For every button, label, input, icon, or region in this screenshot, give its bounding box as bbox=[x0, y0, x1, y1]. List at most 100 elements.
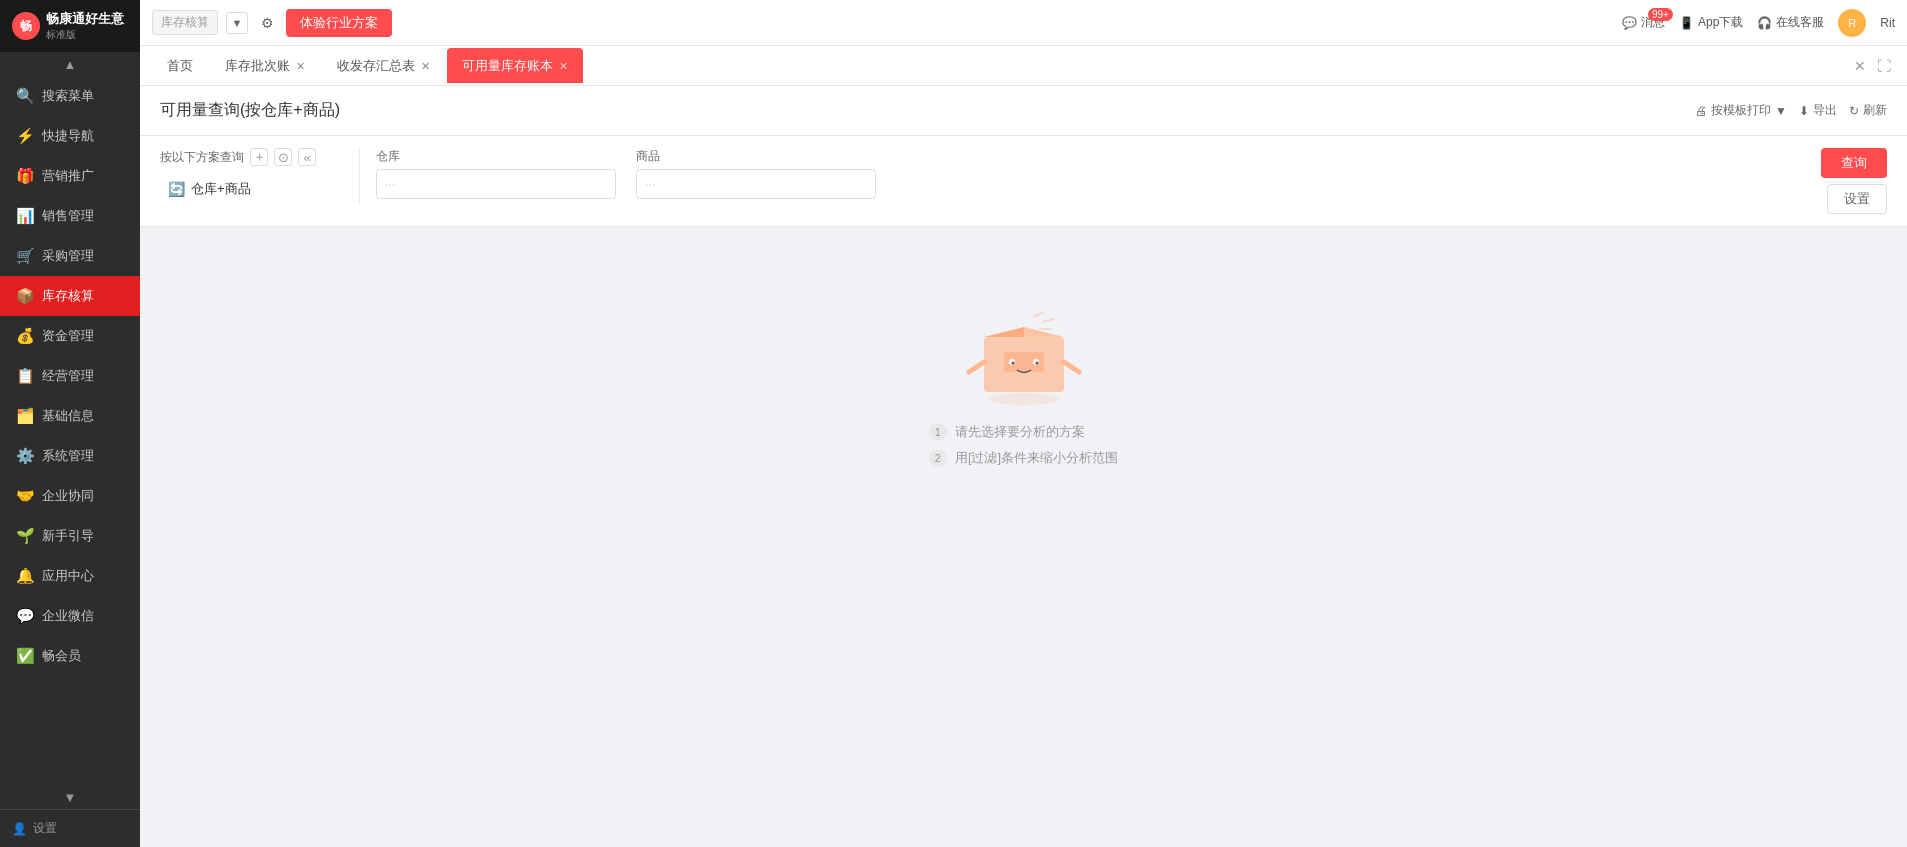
message-icon: 💬 bbox=[1622, 16, 1637, 30]
sidebar-item-label: 企业微信 bbox=[42, 607, 94, 625]
sidebar-item-label: 系统管理 bbox=[42, 447, 94, 465]
sidebar-item-label: 快捷导航 bbox=[42, 127, 94, 145]
refresh-btn[interactable]: ↻ 刷新 bbox=[1849, 102, 1887, 119]
sidebar-item-label: 库存核算 bbox=[42, 287, 94, 305]
print-btn[interactable]: 🖨 按模板打印 ▼ bbox=[1695, 102, 1787, 119]
sidebar-item-wechat[interactable]: 💬 企业微信 bbox=[0, 596, 140, 636]
breadcrumb: 库存核算 bbox=[152, 10, 218, 35]
print-icon: 🖨 bbox=[1695, 104, 1707, 118]
username-label[interactable]: Rit bbox=[1880, 16, 1895, 30]
tab-summary-label: 收发存汇总表 bbox=[337, 57, 415, 75]
hint-text-2: 用[过滤]条件来缩小分析范围 bbox=[955, 449, 1118, 467]
message-badge: 99+ bbox=[1648, 8, 1673, 21]
close-all-btn[interactable]: ✕ bbox=[1849, 55, 1871, 77]
sidebar-item-search[interactable]: 🔍 搜索菜单 bbox=[0, 76, 140, 116]
refresh-icon: ↻ bbox=[1849, 104, 1859, 118]
sidebar-item-marketing[interactable]: 🎁 营销推广 bbox=[0, 156, 140, 196]
main-area: 库存核算 ▼ ⚙ 体验行业方案 💬 消息 99+ 📱 App下载 🎧 在线客服 … bbox=[140, 0, 1907, 847]
tab-available-label: 可用量库存账本 bbox=[462, 57, 553, 75]
tab-batch-close[interactable]: ✕ bbox=[296, 60, 305, 73]
tabbar: 首页 库存批次账 ✕ 收发存汇总表 ✕ 可用量库存账本 ✕ ✕ ⛶ bbox=[140, 46, 1907, 86]
settings-btn[interactable]: 设置 bbox=[1827, 184, 1887, 214]
service-btn[interactable]: 🎧 在线客服 bbox=[1757, 14, 1824, 31]
trial-btn[interactable]: 体验行业方案 bbox=[286, 9, 392, 37]
sidebar-item-label: 经营管理 bbox=[42, 367, 94, 385]
filter-goods-label: 商品 bbox=[636, 148, 876, 165]
filter-goods-input[interactable]: ··· bbox=[636, 169, 876, 199]
sidebar-item-purchase[interactable]: 🛒 采购管理 bbox=[0, 236, 140, 276]
service-icon: 🎧 bbox=[1757, 16, 1772, 30]
edition-label: 标准版 bbox=[46, 28, 124, 42]
export-label: 导出 bbox=[1813, 102, 1837, 119]
sidebar-item-member[interactable]: ✅ 畅会员 bbox=[0, 636, 140, 676]
filter-warehouse-input[interactable]: ··· bbox=[376, 169, 616, 199]
add-scheme-btn[interactable]: ＋ bbox=[250, 148, 268, 166]
filter-goods-placeholder: ··· bbox=[645, 177, 655, 191]
hint-num-2: 2 bbox=[929, 449, 947, 467]
breadcrumb-dropdown-btn[interactable]: ▼ bbox=[226, 12, 248, 34]
tab-summary[interactable]: 收发存汇总表 ✕ bbox=[322, 48, 445, 83]
member-icon: ✅ bbox=[16, 647, 34, 665]
filter-warehouse-placeholder: ··· bbox=[385, 177, 395, 191]
basic-icon: 🗂️ bbox=[16, 407, 34, 425]
avatar[interactable]: R bbox=[1838, 9, 1866, 37]
tab-available[interactable]: 可用量库存账本 ✕ bbox=[447, 48, 583, 83]
shortcut-icon: ⚡ bbox=[16, 127, 34, 145]
export-btn[interactable]: ⬇ 导出 bbox=[1799, 102, 1837, 119]
search-icon: 🔍 bbox=[16, 87, 34, 105]
tab-batch-label: 库存批次账 bbox=[225, 57, 290, 75]
cooperation-icon: 🤝 bbox=[16, 487, 34, 505]
expand-btn[interactable]: ⛶ bbox=[1873, 55, 1895, 77]
sidebar-footer-icon: 👤 bbox=[12, 822, 27, 836]
empty-hint-2: 2 用[过滤]条件来缩小分析范围 bbox=[929, 449, 1118, 467]
sidebar: 畅 畅康通好生意 标准版 ▲ 🔍 搜索菜单 ⚡ 快捷导航 🎁 营销推广 📊 销售… bbox=[0, 0, 140, 847]
tab-summary-close[interactable]: ✕ bbox=[421, 60, 430, 73]
app-download-btn[interactable]: 📱 App下载 bbox=[1679, 14, 1743, 31]
sidebar-item-sales[interactable]: 📊 销售管理 bbox=[0, 196, 140, 236]
scheme-section: 按以下方案查询 ＋ ⊙ « 🔄 仓库+商品 bbox=[160, 148, 360, 204]
operations-icon: 📋 bbox=[16, 367, 34, 385]
sidebar-item-label: 采购管理 bbox=[42, 247, 94, 265]
gear-btn[interactable]: ⚙ bbox=[256, 12, 278, 34]
message-btn[interactable]: 💬 消息 99+ bbox=[1622, 14, 1665, 31]
sidebar-item-label: 营销推广 bbox=[42, 167, 94, 185]
sidebar-item-shortcut[interactable]: ⚡ 快捷导航 bbox=[0, 116, 140, 156]
empty-state: 1 请先选择要分析的方案 2 用[过滤]条件来缩小分析范围 bbox=[140, 227, 1907, 547]
service-label: 在线客服 bbox=[1776, 14, 1824, 31]
sidebar-item-cooperation[interactable]: 🤝 企业协同 bbox=[0, 476, 140, 516]
wechat-icon: 💬 bbox=[16, 607, 34, 625]
system-icon: ⚙️ bbox=[16, 447, 34, 465]
collapse-scheme-btn[interactable]: « bbox=[298, 148, 316, 166]
sidebar-item-finance[interactable]: 💰 资金管理 bbox=[0, 316, 140, 356]
query-btn[interactable]: 查询 bbox=[1821, 148, 1887, 178]
sidebar-item-operations[interactable]: 📋 经营管理 bbox=[0, 356, 140, 396]
sidebar-item-basic[interactable]: 🗂️ 基础信息 bbox=[0, 396, 140, 436]
sidebar-item-inventory[interactable]: 📦 库存核算 bbox=[0, 276, 140, 316]
tab-batch[interactable]: 库存批次账 ✕ bbox=[210, 48, 320, 83]
scheme-item-warehouse-goods[interactable]: 🔄 仓库+商品 bbox=[160, 174, 347, 204]
query-btn-section: 查询 设置 bbox=[1821, 148, 1887, 214]
sidebar-item-system[interactable]: ⚙️ 系统管理 bbox=[0, 436, 140, 476]
sidebar-scroll-up[interactable]: ▲ bbox=[0, 52, 140, 76]
sidebar-item-label: 基础信息 bbox=[42, 407, 94, 425]
page-title: 可用量查询(按仓库+商品) bbox=[160, 100, 340, 121]
sidebar-item-label: 销售管理 bbox=[42, 207, 94, 225]
newbie-icon: 🌱 bbox=[16, 527, 34, 545]
tab-available-close[interactable]: ✕ bbox=[559, 60, 568, 73]
filter-goods-group: 商品 ··· bbox=[636, 148, 876, 199]
empty-hints: 1 请先选择要分析的方案 2 用[过滤]条件来缩小分析范围 bbox=[929, 423, 1118, 467]
sidebar-footer[interactable]: 👤 设置 bbox=[0, 809, 140, 847]
app-icon: 📱 bbox=[1679, 16, 1694, 30]
tab-home[interactable]: 首页 bbox=[152, 48, 208, 83]
sidebar-scroll-down[interactable]: ▼ bbox=[0, 785, 140, 809]
sidebar-item-label: 畅会员 bbox=[42, 647, 81, 665]
sidebar-item-appstore[interactable]: 🔔 应用中心 bbox=[0, 556, 140, 596]
query-panel: 按以下方案查询 ＋ ⊙ « 🔄 仓库+商品 仓库 ··· bbox=[140, 136, 1907, 227]
filter-section: 仓库 ··· 商品 ··· bbox=[360, 148, 1821, 199]
scheme-item-label: 仓库+商品 bbox=[191, 180, 251, 198]
sidebar-item-newbie[interactable]: 🌱 新手引导 bbox=[0, 516, 140, 556]
empty-illustration bbox=[964, 307, 1084, 407]
sidebar-footer-label: 设置 bbox=[33, 820, 57, 837]
content-area: 可用量查询(按仓库+商品) 🖨 按模板打印 ▼ ⬇ 导出 ↻ 刷新 bbox=[140, 86, 1907, 847]
settings-scheme-btn[interactable]: ⊙ bbox=[274, 148, 292, 166]
